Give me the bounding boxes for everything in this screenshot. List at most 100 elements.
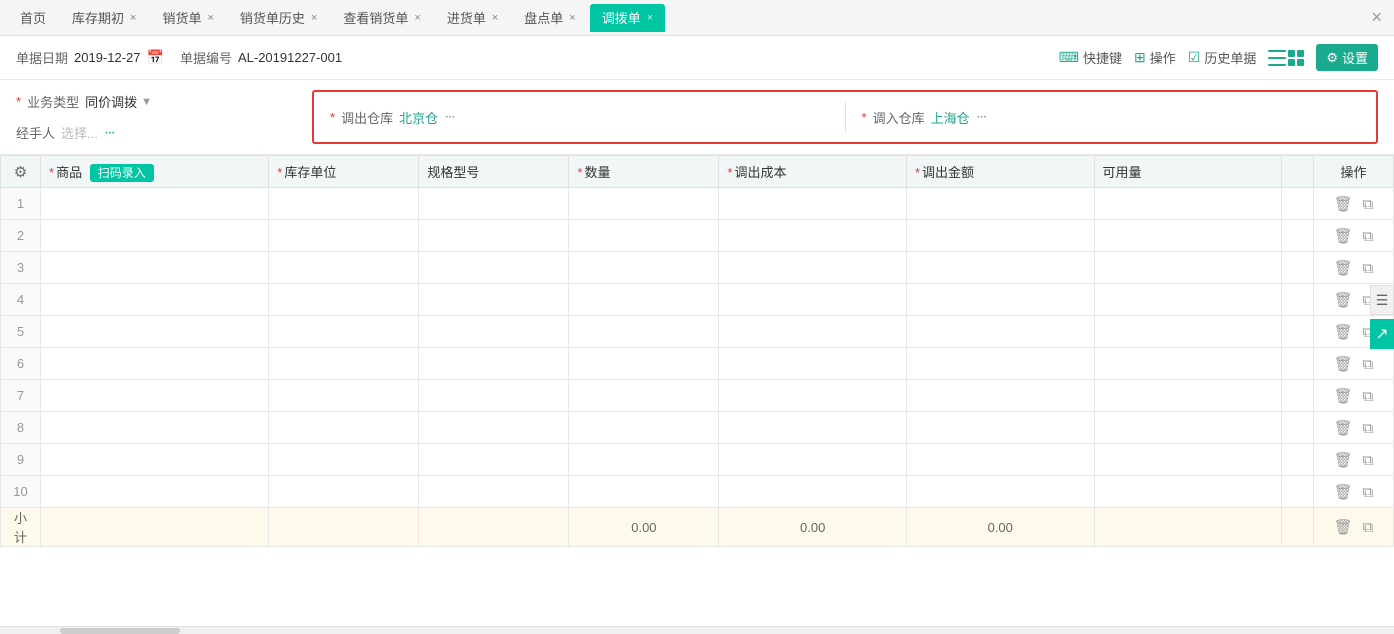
quantity-cell[interactable] <box>569 284 719 316</box>
transfer-out-more-icon[interactable]: ··· <box>444 108 454 126</box>
copy-row-icon[interactable]: ⧉ <box>1362 228 1373 245</box>
delete-row-icon[interactable]: 🗑 <box>1334 196 1353 213</box>
copy-row-icon[interactable]: ⧉ <box>1362 356 1373 373</box>
storage-unit-cell[interactable] <box>269 252 419 284</box>
quantity-cell[interactable] <box>569 316 719 348</box>
tab-transfer-close[interactable]: × <box>647 12 653 24</box>
storage-unit-cell[interactable] <box>269 348 419 380</box>
tab-view-sales[interactable]: 查看销货单 × <box>331 4 432 32</box>
storage-unit-cell[interactable] <box>269 220 419 252</box>
history-button[interactable]: ☑ 历史单据 <box>1188 48 1257 67</box>
subtotal-copy-icon[interactable]: ⧉ <box>1362 519 1373 536</box>
quantity-cell[interactable] <box>569 252 719 284</box>
transfer-cost-cell[interactable] <box>719 220 907 252</box>
product-cell[interactable] <box>41 284 269 316</box>
transfer-cost-cell[interactable] <box>719 444 907 476</box>
delete-row-icon[interactable]: 🗑 <box>1334 484 1353 501</box>
storage-unit-cell[interactable] <box>269 476 419 508</box>
transfer-amount-cell[interactable] <box>906 412 1094 444</box>
operation-button[interactable]: ⊞ 操作 <box>1134 48 1176 67</box>
tab-stocktake[interactable]: 盘点单 × <box>512 4 587 32</box>
transfer-amount-cell[interactable] <box>906 444 1094 476</box>
scrollbar-thumb[interactable] <box>60 628 180 634</box>
side-list-button[interactable]: ☰ <box>1370 285 1394 315</box>
subtotal-delete-icon[interactable]: 🗑 <box>1334 519 1353 536</box>
scan-input-button[interactable]: 扫码录入 <box>90 164 154 182</box>
tab-inventory-init-close[interactable]: × <box>130 12 136 24</box>
delete-row-icon[interactable]: 🗑 <box>1334 324 1353 341</box>
delete-row-icon[interactable]: 🗑 <box>1334 260 1353 277</box>
person-select[interactable]: 选择... <box>61 123 98 142</box>
storage-unit-cell[interactable] <box>269 444 419 476</box>
transfer-cost-cell[interactable] <box>719 316 907 348</box>
spec-cell[interactable] <box>419 348 569 380</box>
tab-home[interactable]: 首页 <box>8 4 58 32</box>
business-type-select[interactable]: 同价调拨 ▼ <box>85 90 245 113</box>
product-cell[interactable] <box>41 444 269 476</box>
transfer-cost-cell[interactable] <box>719 188 907 220</box>
tab-inventory-init[interactable]: 库存期初 × <box>60 4 148 32</box>
spec-cell[interactable] <box>419 220 569 252</box>
quantity-cell[interactable] <box>569 444 719 476</box>
storage-unit-cell[interactable] <box>269 412 419 444</box>
spec-cell[interactable] <box>419 476 569 508</box>
storage-unit-cell[interactable] <box>269 188 419 220</box>
quantity-cell[interactable] <box>569 476 719 508</box>
tab-stocktake-close[interactable]: × <box>569 12 575 24</box>
delete-row-icon[interactable]: 🗑 <box>1334 388 1353 405</box>
delete-row-icon[interactable]: 🗑 <box>1334 356 1353 373</box>
transfer-amount-cell[interactable] <box>906 220 1094 252</box>
spec-cell[interactable] <box>419 412 569 444</box>
table-settings-icon[interactable]: ⚙ <box>14 164 27 181</box>
tab-sales-order[interactable]: 销货单 × <box>150 4 225 32</box>
product-cell[interactable] <box>41 220 269 252</box>
delete-row-icon[interactable]: 🗑 <box>1334 420 1353 437</box>
tab-purchase-order-close[interactable]: × <box>492 12 498 24</box>
shortcut-button[interactable]: ⌨ 快捷键 <box>1059 48 1122 67</box>
storage-unit-cell[interactable] <box>269 284 419 316</box>
copy-row-icon[interactable]: ⧉ <box>1362 260 1373 277</box>
tab-sales-history[interactable]: 销货单历史 × <box>228 4 329 32</box>
delete-row-icon[interactable]: 🗑 <box>1334 228 1353 245</box>
product-cell[interactable] <box>41 188 269 220</box>
quantity-cell[interactable] <box>569 220 719 252</box>
transfer-amount-cell[interactable] <box>906 252 1094 284</box>
tab-view-sales-close[interactable]: × <box>414 12 420 24</box>
quantity-cell[interactable] <box>569 188 719 220</box>
copy-row-icon[interactable]: ⧉ <box>1362 420 1373 437</box>
tab-sales-history-close[interactable]: × <box>311 12 317 24</box>
storage-unit-cell[interactable] <box>269 316 419 348</box>
transfer-cost-cell[interactable] <box>719 476 907 508</box>
transfer-amount-cell[interactable] <box>906 380 1094 412</box>
transfer-cost-cell[interactable] <box>719 348 907 380</box>
spec-cell[interactable] <box>419 252 569 284</box>
spec-cell[interactable] <box>419 380 569 412</box>
person-more-icon[interactable]: ··· <box>104 124 114 142</box>
product-cell[interactable] <box>41 380 269 412</box>
transfer-amount-cell[interactable] <box>906 476 1094 508</box>
copy-row-icon[interactable]: ⧉ <box>1362 388 1373 405</box>
copy-row-icon[interactable]: ⧉ <box>1362 196 1373 213</box>
tab-sales-order-close[interactable]: × <box>207 12 213 24</box>
transfer-in-value[interactable]: 上海仓 <box>931 108 970 127</box>
transfer-in-more-icon[interactable]: ··· <box>976 108 986 126</box>
transfer-amount-cell[interactable] <box>906 348 1094 380</box>
list-view-button[interactable] <box>1268 50 1286 66</box>
delete-row-icon[interactable]: 🗑 <box>1334 292 1353 309</box>
copy-row-icon[interactable]: ⧉ <box>1362 484 1373 501</box>
transfer-cost-cell[interactable] <box>719 380 907 412</box>
delete-row-icon[interactable]: 🗑 <box>1334 452 1353 469</box>
quantity-cell[interactable] <box>569 380 719 412</box>
transfer-cost-cell[interactable] <box>719 252 907 284</box>
transfer-out-value[interactable]: 北京仓 <box>399 108 438 127</box>
spec-cell[interactable] <box>419 188 569 220</box>
tab-transfer[interactable]: 调拨单 × <box>590 4 665 32</box>
product-cell[interactable] <box>41 316 269 348</box>
side-export-button[interactable]: ↗ <box>1370 319 1394 349</box>
quantity-cell[interactable] <box>569 348 719 380</box>
transfer-amount-cell[interactable] <box>906 284 1094 316</box>
transfer-cost-cell[interactable] <box>719 284 907 316</box>
calendar-icon[interactable]: 📅 <box>147 49 164 66</box>
grid-view-button[interactable] <box>1288 50 1304 66</box>
product-cell[interactable] <box>41 476 269 508</box>
